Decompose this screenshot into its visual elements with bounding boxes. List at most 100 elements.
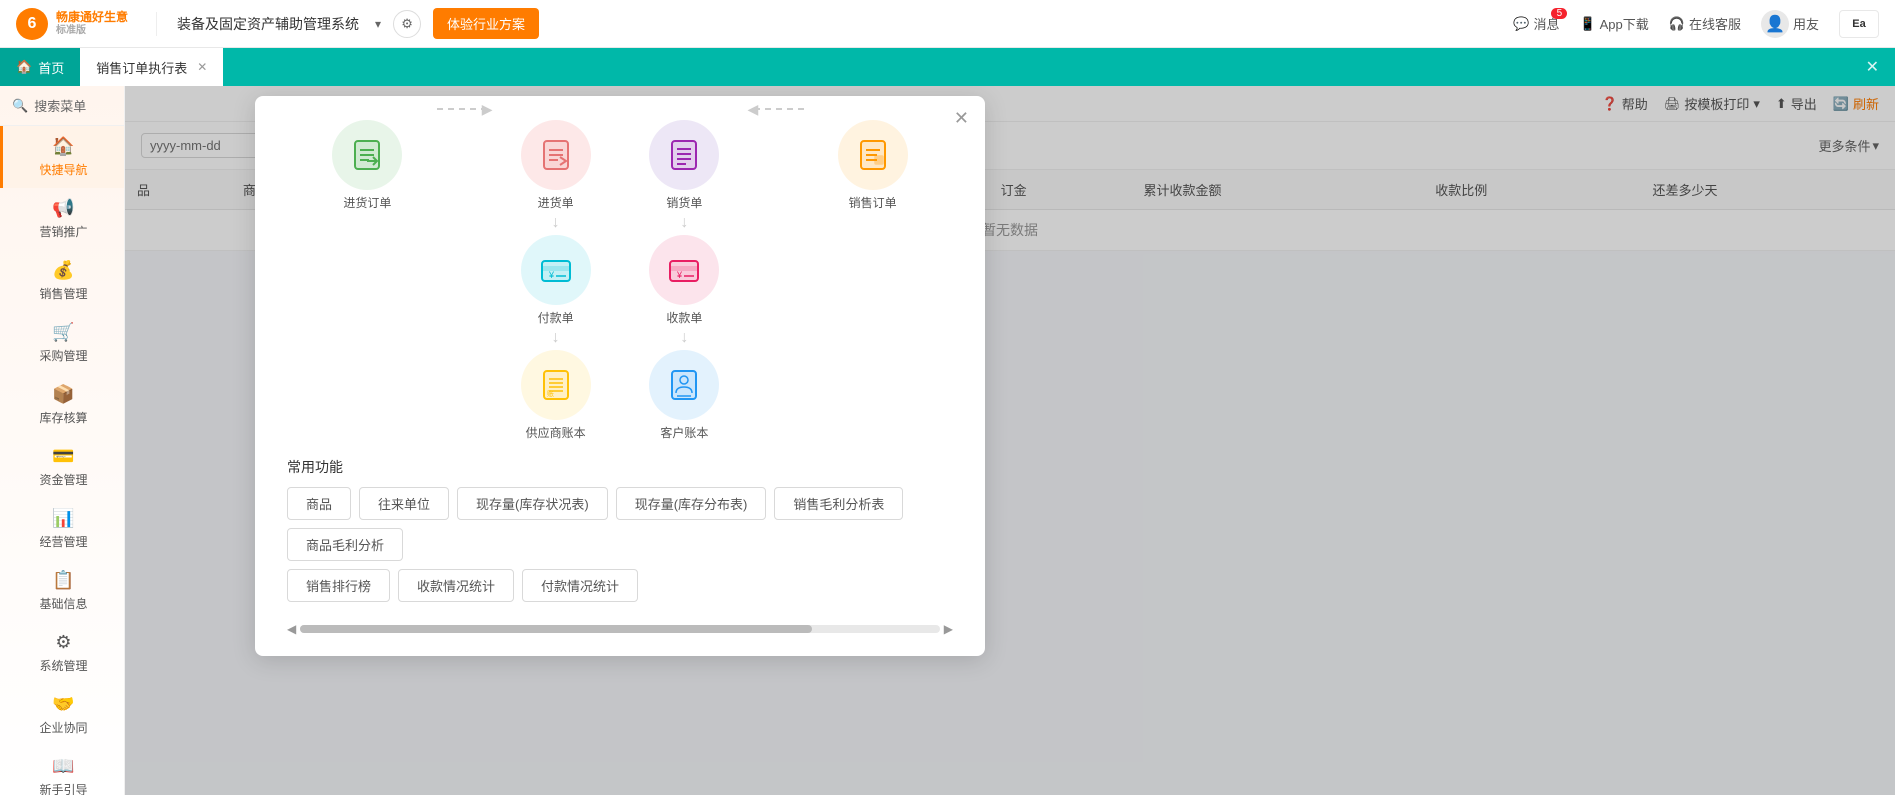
customer-account-node[interactable] bbox=[649, 350, 719, 420]
search-menu-button[interactable]: 🔍 搜索菜单 bbox=[0, 86, 124, 126]
sidebar-item-operations[interactable]: 📊 经营管理 bbox=[0, 498, 124, 560]
modal-close-button[interactable]: ✕ bbox=[954, 108, 969, 129]
system-icon: ⚙ bbox=[55, 632, 71, 653]
common-functions-title: 常用功能 bbox=[287, 457, 953, 477]
down-arrow-sales: ↓ bbox=[620, 215, 749, 231]
flow-row-2: ¥ 付款单 bbox=[303, 231, 937, 330]
ea-badge: Ea bbox=[1839, 10, 1879, 38]
trial-button[interactable]: 体验行业方案 bbox=[433, 8, 539, 39]
func-btn-product-profit[interactable]: 商品毛利分析 bbox=[287, 528, 403, 561]
sidebar-item-marketing[interactable]: 📢 营销推广 bbox=[0, 188, 124, 250]
scrollbar-thumb bbox=[300, 625, 812, 633]
down-arrow-purchase: ↓ bbox=[491, 215, 620, 231]
purchase-bill-label: 进货单 bbox=[538, 194, 574, 211]
sidebar-item-purchase[interactable]: 🛒 采购管理 bbox=[0, 312, 124, 374]
sidebar-item-system[interactable]: ⚙ 系统管理 bbox=[0, 622, 124, 684]
func-btn-inventory-status[interactable]: 现存量(库存状况表) bbox=[457, 487, 608, 520]
sales-bill-node[interactable] bbox=[649, 120, 719, 190]
system-dropdown-icon[interactable]: ▾ bbox=[375, 17, 381, 31]
down-arrow-payment: ↓ bbox=[491, 330, 620, 346]
sales-order-node[interactable] bbox=[838, 120, 908, 190]
spacer13 bbox=[749, 350, 937, 441]
sales-bill-label: 销货单 bbox=[666, 194, 702, 211]
flow-col-receipt: ¥ 收款单 bbox=[620, 235, 749, 326]
sales-order-label: 销售订单 bbox=[849, 194, 897, 211]
connector-spacer2 bbox=[749, 215, 808, 231]
func-btn-payment-stats[interactable]: 付款情况统计 bbox=[522, 569, 638, 602]
spacer11 bbox=[303, 350, 491, 441]
sidebar-item-sales[interactable]: 💰 销售管理 bbox=[0, 250, 124, 312]
tab-sales-order[interactable]: 销售订单执行表 ✕ bbox=[80, 48, 223, 86]
message-button[interactable]: 💬 消息 5 bbox=[1513, 14, 1559, 33]
func-btn-product[interactable]: 商品 bbox=[287, 487, 351, 520]
down-arrows-row2: ↓ ↓ bbox=[303, 330, 937, 346]
logo-icon: 6 bbox=[16, 8, 48, 40]
flow-col-supplier-account: 账 供应商账本 bbox=[491, 350, 620, 441]
connector-spacer bbox=[432, 215, 491, 231]
logo-area: 6 畅康通好生意 标准版 bbox=[16, 8, 136, 40]
app-icon: 📱 bbox=[1579, 16, 1595, 32]
down-arrow-spacer1 bbox=[303, 215, 432, 231]
sidebar-item-enterprise[interactable]: 🤝 企业协同 bbox=[0, 684, 124, 746]
spacer3 bbox=[303, 235, 432, 326]
settings-button[interactable]: ⚙ bbox=[393, 10, 421, 38]
func-btn-inventory-dist[interactable]: 现存量(库存分布表) bbox=[616, 487, 767, 520]
flow-col-sales-order: 销售订单 bbox=[808, 120, 937, 211]
sidebar-item-quick-nav[interactable]: 🏠 快捷导航 bbox=[0, 126, 124, 188]
tab-bar-close-button[interactable]: ✕ bbox=[1850, 57, 1895, 77]
down-arrow-spacer2 bbox=[808, 215, 937, 231]
flow-col-customer-account: 客户账本 bbox=[620, 350, 749, 441]
user-menu[interactable]: 👤 用友 bbox=[1761, 10, 1819, 38]
avatar: 👤 bbox=[1761, 10, 1789, 38]
func-buttons-row2: 销售排行榜 收款情况统计 付款情况统计 bbox=[287, 569, 953, 602]
sidebar-item-basic-info[interactable]: 📋 基础信息 bbox=[0, 560, 124, 622]
flow-row-3: 账 供应商账本 bbox=[303, 346, 937, 445]
flow-col-sales-bill: 销货单 bbox=[620, 120, 749, 211]
sidebar-item-guide[interactable]: 📖 新手引导 bbox=[0, 746, 124, 795]
inventory-icon: 📦 bbox=[52, 384, 74, 405]
divider bbox=[156, 12, 157, 36]
tab-home[interactable]: 🏠 首页 bbox=[0, 48, 80, 86]
supplier-account-node[interactable]: 账 bbox=[521, 350, 591, 420]
flow-row-1: 进货订单 ▶ bbox=[303, 120, 937, 211]
func-btn-sales-profit[interactable]: 销售毛利分析表 bbox=[774, 487, 903, 520]
sidebar-item-inventory[interactable]: 📦 库存核算 bbox=[0, 374, 124, 436]
app-download-button[interactable]: 📱 App下载 bbox=[1579, 14, 1648, 33]
modal-overlay: ✕ bbox=[125, 86, 1895, 795]
sidebar: 🔍 搜索菜单 🏠 快捷导航 📢 营销推广 💰 销售管理 🛒 采购管理 📦 bbox=[0, 86, 125, 795]
tab-bar: 🏠 首页 销售订单执行表 ✕ ✕ bbox=[0, 48, 1895, 86]
tab-close-icon[interactable]: ✕ bbox=[197, 60, 207, 74]
sidebar-item-finance[interactable]: 💳 资金管理 bbox=[0, 436, 124, 498]
online-service-button[interactable]: 🎧 在线客服 bbox=[1669, 14, 1741, 33]
quick-nav-icon: 🏠 bbox=[52, 136, 74, 157]
scrollbar-right-arrow[interactable]: ▶ bbox=[944, 622, 953, 636]
supplier-account-label: 供应商账本 bbox=[526, 424, 586, 441]
payment-label: 付款单 bbox=[538, 309, 574, 326]
home-icon: 🏠 bbox=[16, 59, 32, 75]
guide-icon: 📖 bbox=[52, 756, 74, 777]
purchase-bill-node[interactable] bbox=[521, 120, 591, 190]
flow-col-payment: ¥ 付款单 bbox=[491, 235, 620, 326]
top-header: 6 畅康通好生意 标准版 装备及固定资产辅助管理系统 ▾ ⚙ 体验行业方案 💬 … bbox=[0, 0, 1895, 48]
func-btn-unit[interactable]: 往来单位 bbox=[359, 487, 449, 520]
func-btn-receipt-stats[interactable]: 收款情况统计 bbox=[398, 569, 514, 602]
receipt-node[interactable]: ¥ bbox=[649, 235, 719, 305]
system-title: 装备及固定资产辅助管理系统 bbox=[177, 14, 359, 34]
service-icon: 🎧 bbox=[1669, 16, 1685, 32]
main-layout: 🔍 搜索菜单 🏠 快捷导航 📢 营销推广 💰 销售管理 🛒 采购管理 📦 bbox=[0, 86, 1895, 795]
sidebar-nav: 🏠 快捷导航 📢 营销推广 💰 销售管理 🛒 采购管理 📦 库存核算 💳 bbox=[0, 126, 124, 795]
finance-icon: 💳 bbox=[52, 446, 74, 467]
down-arrows-row: ↓ ↓ bbox=[303, 215, 937, 231]
payment-node[interactable]: ¥ bbox=[521, 235, 591, 305]
search-icon: 🔍 bbox=[12, 98, 28, 114]
logo-text: 畅康通好生意 标准版 bbox=[56, 10, 128, 36]
scrollbar-left-arrow[interactable]: ◀ bbox=[287, 622, 296, 636]
scrollbar-track[interactable] bbox=[300, 625, 940, 633]
spacer4 bbox=[432, 235, 491, 326]
func-btn-sales-rank[interactable]: 销售排行榜 bbox=[287, 569, 390, 602]
content-area: ❓ 帮助 🖨 按模板打印 ▾ ⬆ 导出 🔄 刷新 📅 — 📅 bbox=[125, 86, 1895, 795]
spacer7 bbox=[808, 235, 937, 326]
purchase-icon: 🛒 bbox=[52, 322, 74, 343]
purchase-order-node[interactable] bbox=[332, 120, 402, 190]
flow-col-purchase-bill: 进货单 bbox=[491, 120, 620, 211]
